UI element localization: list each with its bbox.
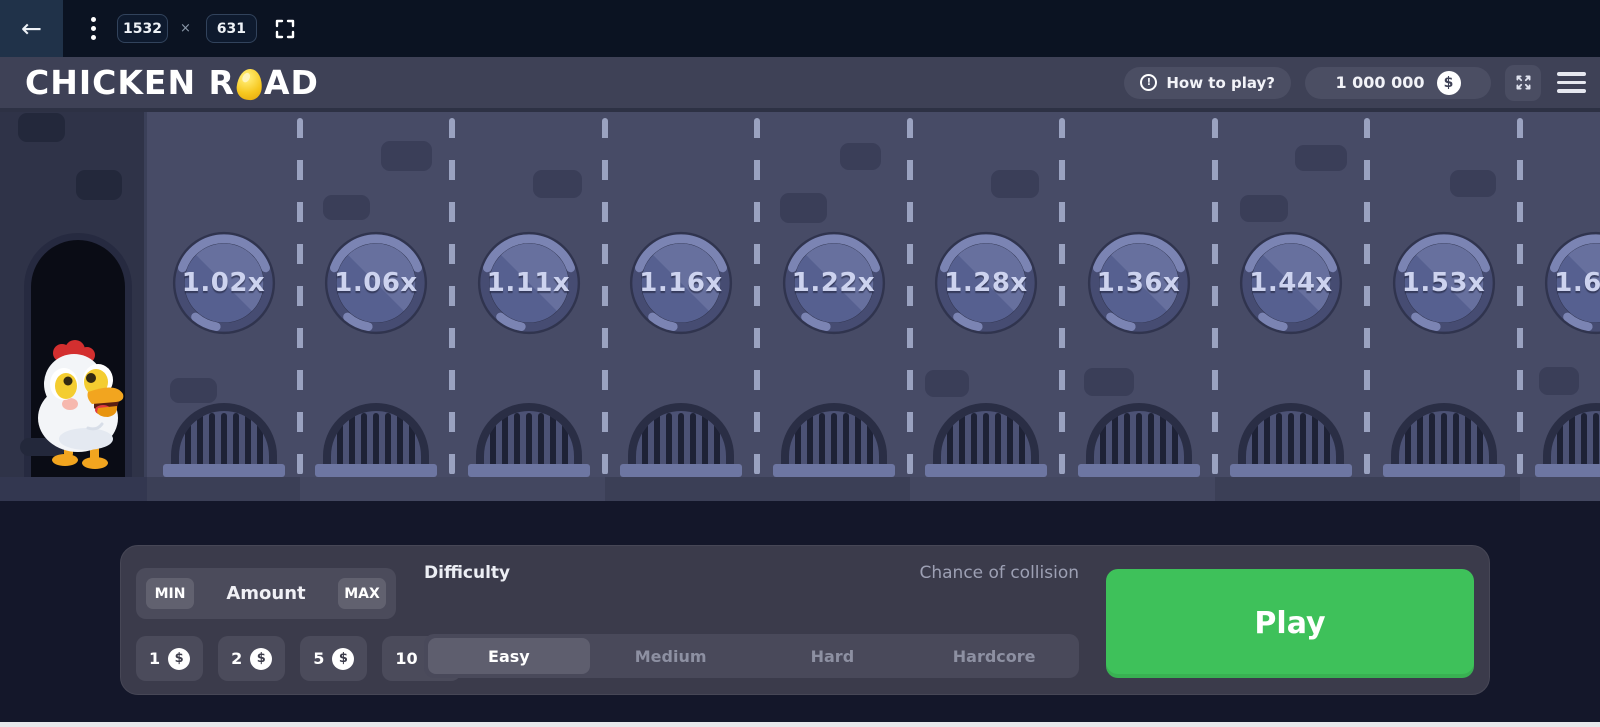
multiplier-token: 1.22x (781, 230, 887, 336)
multiplier-label: 1.22x (781, 230, 887, 336)
coin-icon: $ (250, 648, 272, 670)
game-area: 1.02x 1.06x 1.11x 1.16x 1.22x 1.28x 1.36x 1.44x… (0, 108, 1600, 501)
multiplier-token: 1.16x (628, 230, 734, 336)
difficulty-option-hard[interactable]: Hard (752, 638, 914, 674)
multiplier-label: 1.06x (323, 230, 429, 336)
top-toolbar: ← × (0, 0, 1600, 57)
difficulty-option-medium[interactable]: Medium (590, 638, 752, 674)
back-button[interactable]: ← (0, 0, 63, 57)
info-icon: ! (1140, 74, 1157, 91)
dimension-separator: × (180, 21, 191, 36)
min-button[interactable]: MIN (146, 578, 194, 609)
logo-text-first: CHICKEN R (25, 66, 235, 99)
lane: 1.06x (300, 108, 453, 501)
fullscreen-brackets-icon (273, 17, 297, 41)
coin-icon: $ (332, 648, 354, 670)
sewer-grate-icon (620, 403, 742, 477)
wall-patch (18, 113, 65, 142)
lane: 1.28x (910, 108, 1063, 501)
height-input[interactable] (206, 14, 257, 43)
balance-display: 1 000 000 $ (1305, 67, 1491, 99)
hamburger-menu-icon[interactable] (1555, 68, 1588, 97)
sewer-grate-icon (773, 403, 895, 477)
lane: 1.16x (605, 108, 758, 501)
expand-arrows-icon (1514, 73, 1533, 92)
sewer-grate-icon (1383, 403, 1505, 477)
sewer-grate-icon (1078, 403, 1200, 477)
lane: 1.22x (757, 108, 910, 501)
logo: CHICKEN R AD (25, 66, 319, 99)
multiplier-label: 1.44x (1238, 230, 1344, 336)
control-panel: MIN Amount MAX 1$2$5$10$ Difficulty Chan… (120, 545, 1490, 695)
difficulty-option-easy[interactable]: Easy (428, 638, 590, 674)
bet-chips: 1$2$5$10$ (136, 636, 461, 681)
egg-icon (235, 68, 263, 101)
wall-patch (76, 170, 122, 200)
app: ← × CHICKEN R AD ! How to play? 1 000 00… (0, 0, 1600, 727)
multiplier-label: 1.16x (628, 230, 734, 336)
sewer-grate-icon (925, 403, 1047, 477)
sewer-grate-icon (1230, 403, 1352, 477)
multiplier-label: 1.02x (171, 230, 277, 336)
how-to-play-button[interactable]: ! How to play? (1124, 67, 1291, 99)
balance-value: 1 000 000 (1335, 73, 1424, 92)
lane: 1.36x (1062, 108, 1215, 501)
lane: 1.11x (452, 108, 605, 501)
amount-bar: MIN Amount MAX (136, 568, 396, 619)
multiplier-label: 1.63x (1543, 230, 1600, 336)
bet-chip-button[interactable]: 1$ (136, 636, 203, 681)
chicken-character (28, 340, 132, 470)
header-actions: ! How to play? 1 000 000 $ (1124, 65, 1588, 101)
difficulty-option-hardcore[interactable]: Hardcore (913, 638, 1075, 674)
multiplier-label: 1.53x (1391, 230, 1497, 336)
lane: 1.02x (147, 108, 300, 501)
page-bottom-edge (0, 722, 1600, 727)
multiplier-token: 1.53x (1391, 230, 1497, 336)
game-fullscreen-button[interactable] (1505, 65, 1541, 101)
kebab-menu-icon[interactable] (85, 11, 102, 46)
multiplier-token: 1.44x (1238, 230, 1344, 336)
multiplier-label: 1.36x (1086, 230, 1192, 336)
frame-fullscreen-button[interactable] (273, 17, 297, 41)
width-input[interactable] (117, 14, 168, 43)
multiplier-token: 1.28x (933, 230, 1039, 336)
multiplier-label: 1.28x (933, 230, 1039, 336)
sewer-grate-icon (315, 403, 437, 477)
multiplier-token: 1.63x (1543, 230, 1600, 336)
lane: 1.63x (1520, 108, 1600, 501)
multiplier-token: 1.11x (476, 230, 582, 336)
multiplier-token: 1.36x (1086, 230, 1192, 336)
bet-chip-button[interactable]: 5$ (300, 636, 367, 681)
multiplier-token: 1.02x (171, 230, 277, 336)
coin-icon: $ (168, 648, 190, 670)
lane: 1.53x (1367, 108, 1520, 501)
difficulty-selector: EasyMediumHardHardcore (424, 634, 1079, 678)
bet-chip-button[interactable]: 2$ (218, 636, 285, 681)
multiplier-token: 1.06x (323, 230, 429, 336)
coin-icon: $ (1437, 71, 1461, 95)
multiplier-label: 1.11x (476, 230, 582, 336)
max-button[interactable]: MAX (338, 578, 386, 609)
chance-of-collision-label: Chance of collision (424, 563, 1079, 583)
play-button[interactable]: Play (1106, 569, 1474, 678)
lane: 1.44x (1215, 108, 1368, 501)
sewer-grate-icon (468, 403, 590, 477)
sidewalk-strip (0, 477, 1600, 501)
back-arrow-icon: ← (21, 14, 42, 43)
logo-text-last: AD (264, 66, 319, 99)
sewer-grate-icon (163, 403, 285, 477)
game-header: CHICKEN R AD ! How to play? 1 000 000 $ (0, 57, 1600, 108)
sewer-grate-icon (1535, 403, 1600, 477)
